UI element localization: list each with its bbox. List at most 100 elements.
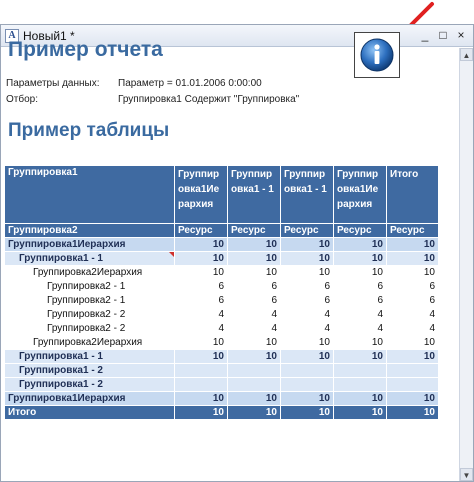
row-label: Группировка2Иерархия	[4, 265, 175, 280]
row-label: Группировка1 - 1	[4, 251, 175, 266]
header-measure: Ресурс	[227, 223, 281, 238]
cell: 10	[174, 349, 228, 364]
row-label: Группировка2Иерархия	[4, 335, 175, 350]
table-row[interactable]: Группировка1 - 1 10 10 10 10 10	[4, 251, 439, 266]
cell: 4	[280, 307, 334, 322]
cell: 10	[174, 335, 228, 350]
header-col-1: Группировка1Иерархия	[174, 165, 228, 224]
table-row[interactable]: Группировка2 - 1 6 6 6 6 6	[4, 293, 439, 308]
total-cell: 10	[386, 405, 439, 420]
cell: 4	[174, 307, 228, 322]
cell: 10	[386, 349, 439, 364]
cell: 6	[227, 293, 281, 308]
cell: 4	[227, 321, 281, 336]
row-label: Группировка2 - 1	[4, 293, 175, 308]
cell	[280, 363, 334, 378]
cell: 10	[174, 251, 228, 266]
total-label: Итого	[4, 405, 175, 420]
cell: 6	[386, 279, 439, 294]
cell: 6	[333, 293, 387, 308]
cell: 6	[280, 279, 334, 294]
cell: 10	[227, 237, 281, 252]
cell: 6	[227, 279, 281, 294]
cell: 4	[333, 307, 387, 322]
table-title: Пример таблицы	[8, 120, 170, 141]
total-cell: 10	[280, 405, 334, 420]
total-cell: 10	[227, 405, 281, 420]
cell	[386, 363, 439, 378]
table-row[interactable]: Группировка1Иерархия 10 10 10 10 10	[4, 237, 439, 252]
header-col-5: Итого	[386, 165, 439, 224]
row-label: Группировка2 - 2	[4, 307, 175, 322]
total-cell: 10	[174, 405, 228, 420]
cell: 10	[280, 391, 334, 406]
cell	[174, 377, 228, 392]
report-title: Пример отчета	[8, 38, 163, 61]
cell: 10	[386, 251, 439, 266]
row-label: Группировка1Иерархия	[4, 237, 175, 252]
table-row[interactable]: Группировка2 - 2 4 4 4 4 4	[4, 307, 439, 322]
cell	[174, 363, 228, 378]
scroll-up-icon[interactable]: ▲	[460, 48, 473, 61]
cell: 10	[280, 349, 334, 364]
header-col-4: Группировка1Иерархия	[333, 165, 387, 224]
total-row[interactable]: Итого 10 10 10 10 10	[4, 405, 439, 420]
header-measure: Ресурс	[333, 223, 387, 238]
cell	[333, 363, 387, 378]
info-icon	[354, 32, 400, 78]
cell: 10	[333, 265, 387, 280]
cell	[386, 377, 439, 392]
cell: 6	[280, 293, 334, 308]
cell: 10	[386, 237, 439, 252]
row-label: Группировка1 - 2	[4, 377, 175, 392]
vertical-scrollbar[interactable]: ▲ ▼	[459, 48, 473, 481]
header-measure: Ресурс	[174, 223, 228, 238]
header-col-2: Группировка1 - 1	[227, 165, 281, 224]
table-row[interactable]: Группировка1 - 2	[4, 377, 439, 392]
cell: 4	[386, 307, 439, 322]
cell: 10	[174, 391, 228, 406]
param-value: Параметр = 01.01.2006 0:00:00	[118, 78, 262, 89]
cell: 10	[280, 237, 334, 252]
table-row[interactable]: Группировка1 - 1 10 10 10 10 10	[4, 349, 439, 364]
cell: 4	[333, 321, 387, 336]
report-table: Группировка1 Группировка1Иерархия Группи…	[4, 165, 439, 420]
filter-label: Отбор:	[6, 94, 38, 105]
cell: 10	[386, 265, 439, 280]
table-row[interactable]: Группировка2 - 1 6 6 6 6 6	[4, 279, 439, 294]
report-parameters: Параметры данных: Параметр = 01.01.2006 …	[6, 76, 299, 108]
maximize-button[interactable]: □	[435, 27, 451, 43]
row-label: Группировка2 - 2	[4, 321, 175, 336]
cell: 10	[333, 349, 387, 364]
cell	[280, 377, 334, 392]
cell: 10	[333, 335, 387, 350]
table-row[interactable]: Группировка2 - 2 4 4 4 4 4	[4, 321, 439, 336]
cell	[227, 363, 281, 378]
scroll-down-icon[interactable]: ▼	[460, 468, 473, 481]
table-row[interactable]: Группировка1 - 2	[4, 363, 439, 378]
header-row-group: Группировка1	[4, 165, 175, 224]
cell: 10	[333, 237, 387, 252]
row-label: Группировка2 - 1	[4, 279, 175, 294]
cell: 10	[280, 335, 334, 350]
close-button[interactable]: ×	[453, 27, 469, 43]
table-row[interactable]: Группировка1Иерархия 10 10 10 10 10	[4, 391, 439, 406]
cell: 10	[174, 237, 228, 252]
cell: 10	[227, 349, 281, 364]
header-measure: Ресурс	[280, 223, 334, 238]
cell: 10	[227, 265, 281, 280]
row-label: Группировка1 - 1	[4, 349, 175, 364]
cell: 10	[280, 251, 334, 266]
cell	[227, 377, 281, 392]
table-row[interactable]: Группировка2Иерархия 10 10 10 10 10	[4, 335, 439, 350]
cell: 6	[386, 293, 439, 308]
cell: 4	[227, 307, 281, 322]
filter-value: Группировка1 Содержит "Группировка"	[118, 94, 300, 105]
cell: 10	[386, 335, 439, 350]
minimize-button[interactable]: _	[417, 27, 433, 43]
cell: 6	[333, 279, 387, 294]
header-row-group2: Группировка2	[4, 223, 175, 238]
cell: 4	[386, 321, 439, 336]
row-label: Группировка1 - 2	[4, 363, 175, 378]
table-row[interactable]: Группировка2Иерархия 10 10 10 10 10	[4, 265, 439, 280]
